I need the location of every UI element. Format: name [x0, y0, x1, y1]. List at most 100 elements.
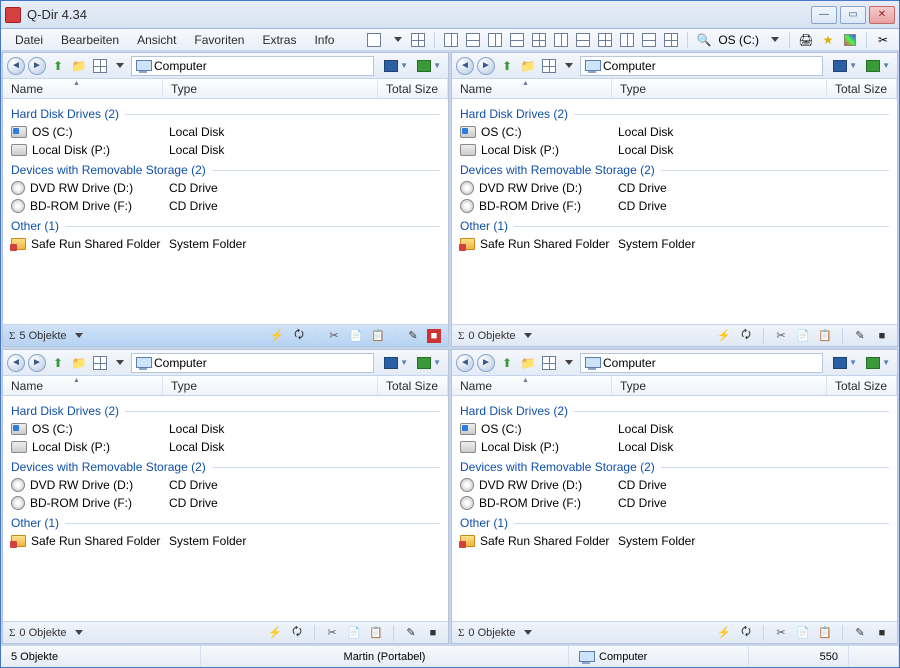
caret-icon[interactable]: [388, 32, 404, 48]
magnify-icon[interactable]: 🔍: [696, 32, 712, 48]
paste-icon[interactable]: 📋: [817, 328, 833, 344]
layout-1-icon[interactable]: [366, 32, 382, 48]
up-icon[interactable]: ⬆: [498, 57, 516, 75]
refresh-icon[interactable]: 🗘: [738, 328, 754, 344]
menu-ansicht[interactable]: Ansicht: [129, 31, 184, 49]
edit-icon[interactable]: ✎: [852, 328, 868, 344]
print-icon[interactable]: 🖨: [798, 32, 814, 48]
col-name[interactable]: Name▲: [3, 79, 163, 98]
monitor-blue-combo[interactable]: ▼: [830, 60, 860, 72]
paste-icon[interactable]: 📋: [370, 328, 386, 344]
view-combo-icon[interactable]: [540, 354, 558, 372]
up-icon[interactable]: ⬆: [498, 354, 516, 372]
list-item[interactable]: OS (C:)Local Disk: [5, 420, 446, 438]
color-icon[interactable]: [842, 32, 858, 48]
col-size[interactable]: Total Size: [827, 79, 897, 98]
layout-d-icon[interactable]: [553, 32, 569, 48]
col-type[interactable]: Type: [612, 79, 827, 98]
breadcrumb[interactable]: Computer: [131, 56, 374, 76]
cut-icon[interactable]: ✂: [326, 328, 342, 344]
list-item[interactable]: DVD RW Drive (D:)CD Drive: [454, 476, 895, 494]
back-button[interactable]: ◄: [7, 57, 25, 75]
list-item[interactable]: Local Disk (P:)Local Disk: [5, 438, 446, 456]
back-button[interactable]: ◄: [7, 354, 25, 372]
list-item[interactable]: BD-ROM Drive (F:)CD Drive: [454, 494, 895, 512]
file-list[interactable]: Hard Disk Drives (2) OS (C:)Local Disk L…: [3, 99, 448, 324]
layout-h2-icon[interactable]: [641, 32, 657, 48]
menu-favoriten[interactable]: Favoriten: [186, 31, 252, 49]
titlebar[interactable]: Q-Dir 4.34 — ▭ ✕: [1, 1, 899, 29]
layout-a-icon[interactable]: [487, 32, 503, 48]
folder-icon[interactable]: 📁: [70, 57, 88, 75]
file-list[interactable]: Hard Disk Drives (2) OS (C:)Local Disk L…: [452, 396, 897, 621]
list-item[interactable]: Safe Run Shared FolderSystem Folder: [454, 532, 895, 550]
stop-icon[interactable]: ■: [874, 328, 890, 344]
file-list[interactable]: Hard Disk Drives (2) OS (C:)Local Disk L…: [3, 396, 448, 621]
layout-e-icon[interactable]: [575, 32, 591, 48]
drive-combo-caret-icon[interactable]: [765, 32, 781, 48]
layout-h-icon[interactable]: [443, 32, 459, 48]
list-item[interactable]: Safe Run Shared FolderSystem Folder: [5, 235, 446, 253]
layout-g-icon[interactable]: [619, 32, 635, 48]
list-item[interactable]: BD-ROM Drive (F:)CD Drive: [5, 494, 446, 512]
list-item[interactable]: DVD RW Drive (D:)CD Drive: [5, 476, 446, 494]
menu-info[interactable]: Info: [306, 31, 342, 49]
monitor-green-combo[interactable]: ▼: [863, 60, 893, 72]
status-caret-icon[interactable]: [75, 333, 83, 338]
stop-icon[interactable]: ■: [427, 329, 441, 343]
forward-button[interactable]: ►: [28, 354, 46, 372]
view-combo-icon[interactable]: [91, 354, 109, 372]
minimize-button[interactable]: —: [811, 6, 837, 24]
star-icon[interactable]: ★: [820, 32, 836, 48]
forward-button[interactable]: ►: [28, 57, 46, 75]
list-item[interactable]: OS (C:)Local Disk: [454, 123, 895, 141]
list-item[interactable]: Safe Run Shared FolderSystem Folder: [454, 235, 895, 253]
layout-4-icon[interactable]: [410, 32, 426, 48]
up-icon[interactable]: ⬆: [49, 57, 67, 75]
layout-i-icon[interactable]: [663, 32, 679, 48]
up-icon[interactable]: ⬆: [49, 354, 67, 372]
menu-bearbeiten[interactable]: Bearbeiten: [53, 31, 127, 49]
breadcrumb[interactable]: Computer: [580, 353, 823, 373]
layout-c-icon[interactable]: [531, 32, 547, 48]
folder-icon[interactable]: 📁: [70, 354, 88, 372]
list-item[interactable]: Safe Run Shared FolderSystem Folder: [5, 532, 446, 550]
file-list[interactable]: Hard Disk Drives (2) OS (C:)Local Disk L…: [452, 99, 897, 324]
bolt-icon[interactable]: ⚡: [269, 328, 285, 344]
list-item[interactable]: Local Disk (P:)Local Disk: [5, 141, 446, 159]
edit-icon[interactable]: ✎: [405, 328, 421, 344]
layout-b-icon[interactable]: [509, 32, 525, 48]
list-item[interactable]: DVD RW Drive (D:)CD Drive: [5, 179, 446, 197]
list-item[interactable]: OS (C:)Local Disk: [5, 123, 446, 141]
folder-icon[interactable]: 📁: [519, 57, 537, 75]
breadcrumb[interactable]: Computer: [131, 353, 374, 373]
copy-icon[interactable]: 📄: [795, 328, 811, 344]
refresh-icon[interactable]: 🗘: [291, 328, 307, 344]
back-button[interactable]: ◄: [456, 57, 474, 75]
close-button[interactable]: ✕: [869, 6, 895, 24]
bolt-icon[interactable]: ⚡: [716, 328, 732, 344]
view-combo-icon[interactable]: [540, 57, 558, 75]
layout-v-icon[interactable]: [465, 32, 481, 48]
monitor-green-combo[interactable]: ▼: [414, 60, 444, 72]
copy-icon[interactable]: 📄: [348, 328, 364, 344]
list-item[interactable]: Local Disk (P:)Local Disk: [454, 141, 895, 159]
col-size[interactable]: Total Size: [378, 79, 448, 98]
menu-datei[interactable]: Datei: [7, 31, 51, 49]
forward-button[interactable]: ►: [477, 57, 495, 75]
view-caret-icon[interactable]: [565, 63, 573, 68]
list-item[interactable]: OS (C:)Local Disk: [454, 420, 895, 438]
menu-extras[interactable]: Extras: [254, 31, 304, 49]
back-button[interactable]: ◄: [456, 354, 474, 372]
breadcrumb[interactable]: Computer: [580, 56, 823, 76]
drive-combo-label[interactable]: OS (C:): [716, 33, 761, 47]
view-caret-icon[interactable]: [116, 63, 124, 68]
list-item[interactable]: DVD RW Drive (D:)CD Drive: [454, 179, 895, 197]
view-combo-icon[interactable]: [91, 57, 109, 75]
list-item[interactable]: BD-ROM Drive (F:)CD Drive: [454, 197, 895, 215]
cut-icon[interactable]: ✂: [773, 328, 789, 344]
layout-f-icon[interactable]: [597, 32, 613, 48]
list-item[interactable]: BD-ROM Drive (F:)CD Drive: [5, 197, 446, 215]
folder-icon[interactable]: 📁: [519, 354, 537, 372]
tools-icon[interactable]: ✂: [875, 32, 891, 48]
